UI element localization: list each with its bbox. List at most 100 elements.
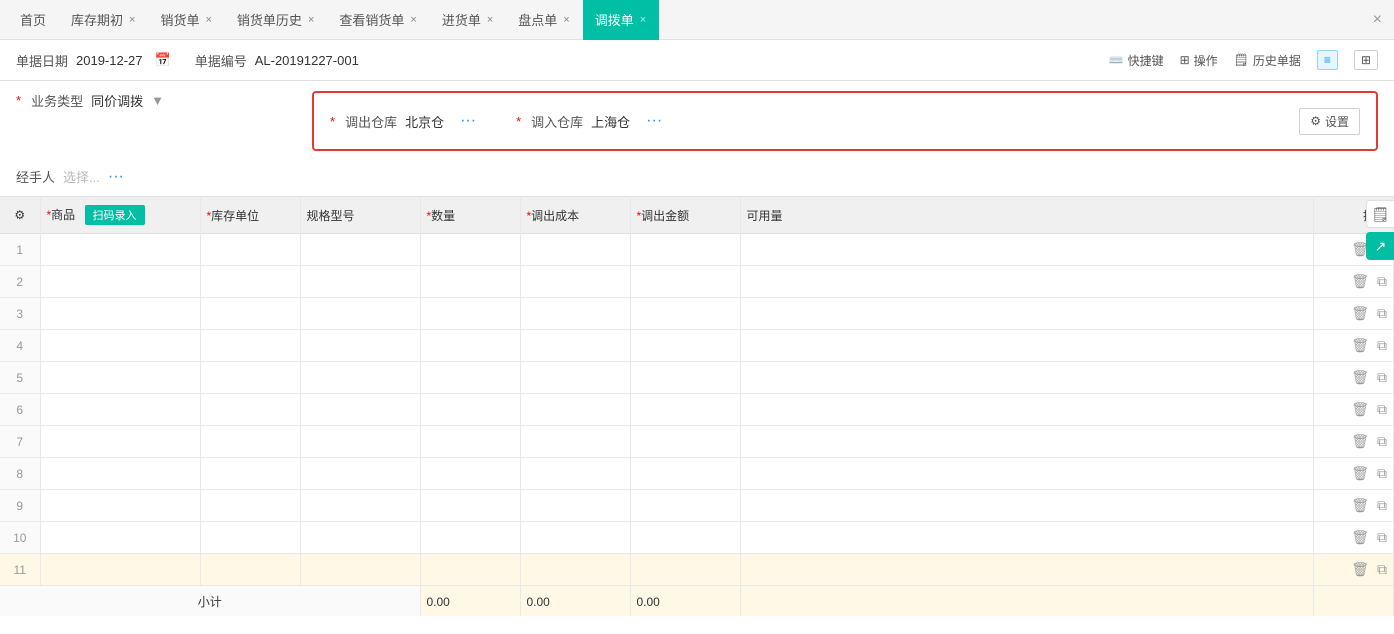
row-cost-11[interactable] [520, 554, 630, 586]
row-spec-1[interactable] [300, 234, 420, 266]
copy-row-2-button[interactable]: ⧉ [1377, 273, 1387, 290]
row-amount-9[interactable] [630, 490, 740, 522]
list-view-button[interactable]: ≡ [1317, 50, 1338, 70]
delete-row-7-button[interactable]: 🗑 [1351, 433, 1369, 450]
row-unit-9[interactable] [200, 490, 300, 522]
row-product-1[interactable] [40, 234, 200, 266]
copy-row-6-button[interactable]: ⧉ [1377, 401, 1387, 418]
copy-row-10-button[interactable]: ⧉ [1377, 529, 1387, 546]
row-amount-5[interactable] [630, 362, 740, 394]
row-cost-1[interactable] [520, 234, 630, 266]
row-amount-8[interactable] [630, 458, 740, 490]
delete-row-8-button[interactable]: 🗑 [1351, 465, 1369, 482]
row-cost-6[interactable] [520, 394, 630, 426]
row-quantity-6[interactable] [420, 394, 520, 426]
delete-row-3-button[interactable]: 🗑 [1351, 305, 1369, 322]
row-unit-8[interactable] [200, 458, 300, 490]
row-unit-5[interactable] [200, 362, 300, 394]
tab-close-stocktake[interactable]: × [563, 14, 569, 26]
row-available-5[interactable] [740, 362, 1314, 394]
row-spec-8[interactable] [300, 458, 420, 490]
tab-close-inventory[interactable]: × [129, 14, 135, 26]
row-amount-4[interactable] [630, 330, 740, 362]
row-cost-10[interactable] [520, 522, 630, 554]
row-available-11[interactable] [740, 554, 1314, 586]
copy-row-3-button[interactable]: ⧉ [1377, 305, 1387, 322]
row-product-11[interactable] [40, 554, 200, 586]
tab-home[interactable]: 首页 [8, 0, 59, 40]
row-available-1[interactable] [740, 234, 1314, 266]
delete-row-6-button[interactable]: 🗑 [1351, 401, 1369, 418]
row-amount-1[interactable] [630, 234, 740, 266]
row-quantity-10[interactable] [420, 522, 520, 554]
tab-close-sales-history[interactable]: × [308, 14, 314, 26]
row-available-7[interactable] [740, 426, 1314, 458]
row-product-7[interactable] [40, 426, 200, 458]
delete-row-2-button[interactable]: 🗑 [1351, 273, 1369, 290]
scan-input-button[interactable]: 扫码录入 [85, 205, 145, 225]
delete-row-10-button[interactable]: 🗑 [1351, 529, 1369, 546]
row-quantity-9[interactable] [420, 490, 520, 522]
row-amount-11[interactable] [630, 554, 740, 586]
row-amount-7[interactable] [630, 426, 740, 458]
row-spec-9[interactable] [300, 490, 420, 522]
handler-more-button[interactable]: ··· [108, 168, 124, 186]
copy-row-9-button[interactable]: ⧉ [1377, 497, 1387, 514]
row-product-9[interactable] [40, 490, 200, 522]
row-quantity-8[interactable] [420, 458, 520, 490]
row-cost-7[interactable] [520, 426, 630, 458]
row-spec-3[interactable] [300, 298, 420, 330]
row-amount-6[interactable] [630, 394, 740, 426]
tab-close-sales[interactable]: × [205, 14, 211, 26]
tab-sales-order[interactable]: 销货单 × [148, 0, 224, 40]
row-cost-4[interactable] [520, 330, 630, 362]
calendar-icon[interactable]: 📅 [155, 52, 171, 68]
settings-col-icon[interactable]: ⚙ [14, 208, 25, 222]
row-cost-9[interactable] [520, 490, 630, 522]
row-unit-11[interactable] [200, 554, 300, 586]
row-spec-6[interactable] [300, 394, 420, 426]
row-product-5[interactable] [40, 362, 200, 394]
row-quantity-1[interactable] [420, 234, 520, 266]
shortcuts-button[interactable]: ⌨️ 快捷键 [1109, 52, 1164, 69]
row-quantity-2[interactable] [420, 266, 520, 298]
tab-close-transfer[interactable]: × [640, 14, 646, 26]
row-spec-5[interactable] [300, 362, 420, 394]
row-available-9[interactable] [740, 490, 1314, 522]
row-available-8[interactable] [740, 458, 1314, 490]
row-unit-10[interactable] [200, 522, 300, 554]
copy-row-4-button[interactable]: ⧉ [1377, 337, 1387, 354]
row-unit-3[interactable] [200, 298, 300, 330]
row-quantity-11[interactable] [420, 554, 520, 586]
row-available-4[interactable] [740, 330, 1314, 362]
grid-view-button[interactable]: ⊞ [1354, 50, 1378, 70]
row-available-2[interactable] [740, 266, 1314, 298]
row-unit-7[interactable] [200, 426, 300, 458]
row-product-3[interactable] [40, 298, 200, 330]
row-spec-10[interactable] [300, 522, 420, 554]
business-type-dropdown-arrow[interactable]: ▼ [151, 93, 164, 108]
copy-row-11-button[interactable]: ⧉ [1377, 561, 1387, 578]
row-quantity-7[interactable] [420, 426, 520, 458]
row-cost-2[interactable] [520, 266, 630, 298]
tab-close-view-sales[interactable]: × [410, 14, 416, 26]
panel-doc-button[interactable]: 🗒 [1366, 200, 1394, 228]
row-amount-10[interactable] [630, 522, 740, 554]
row-quantity-4[interactable] [420, 330, 520, 362]
delete-row-4-button[interactable]: 🗑 [1351, 337, 1369, 354]
tab-transfer[interactable]: 调拨单 × [583, 0, 659, 40]
row-product-10[interactable] [40, 522, 200, 554]
settings-button[interactable]: ⚙ 设置 [1299, 108, 1360, 135]
row-unit-4[interactable] [200, 330, 300, 362]
col-header-settings[interactable]: ⚙ [0, 197, 40, 234]
window-close-button[interactable]: × [1373, 11, 1382, 29]
row-spec-4[interactable] [300, 330, 420, 362]
row-spec-7[interactable] [300, 426, 420, 458]
row-product-6[interactable] [40, 394, 200, 426]
row-spec-11[interactable] [300, 554, 420, 586]
copy-row-7-button[interactable]: ⧉ [1377, 433, 1387, 450]
tab-sales-history[interactable]: 销货单历史 × [225, 0, 327, 40]
operations-button[interactable]: ⊞ 操作 [1180, 52, 1218, 69]
out-warehouse-more-button[interactable]: ··· [460, 112, 476, 130]
row-quantity-5[interactable] [420, 362, 520, 394]
